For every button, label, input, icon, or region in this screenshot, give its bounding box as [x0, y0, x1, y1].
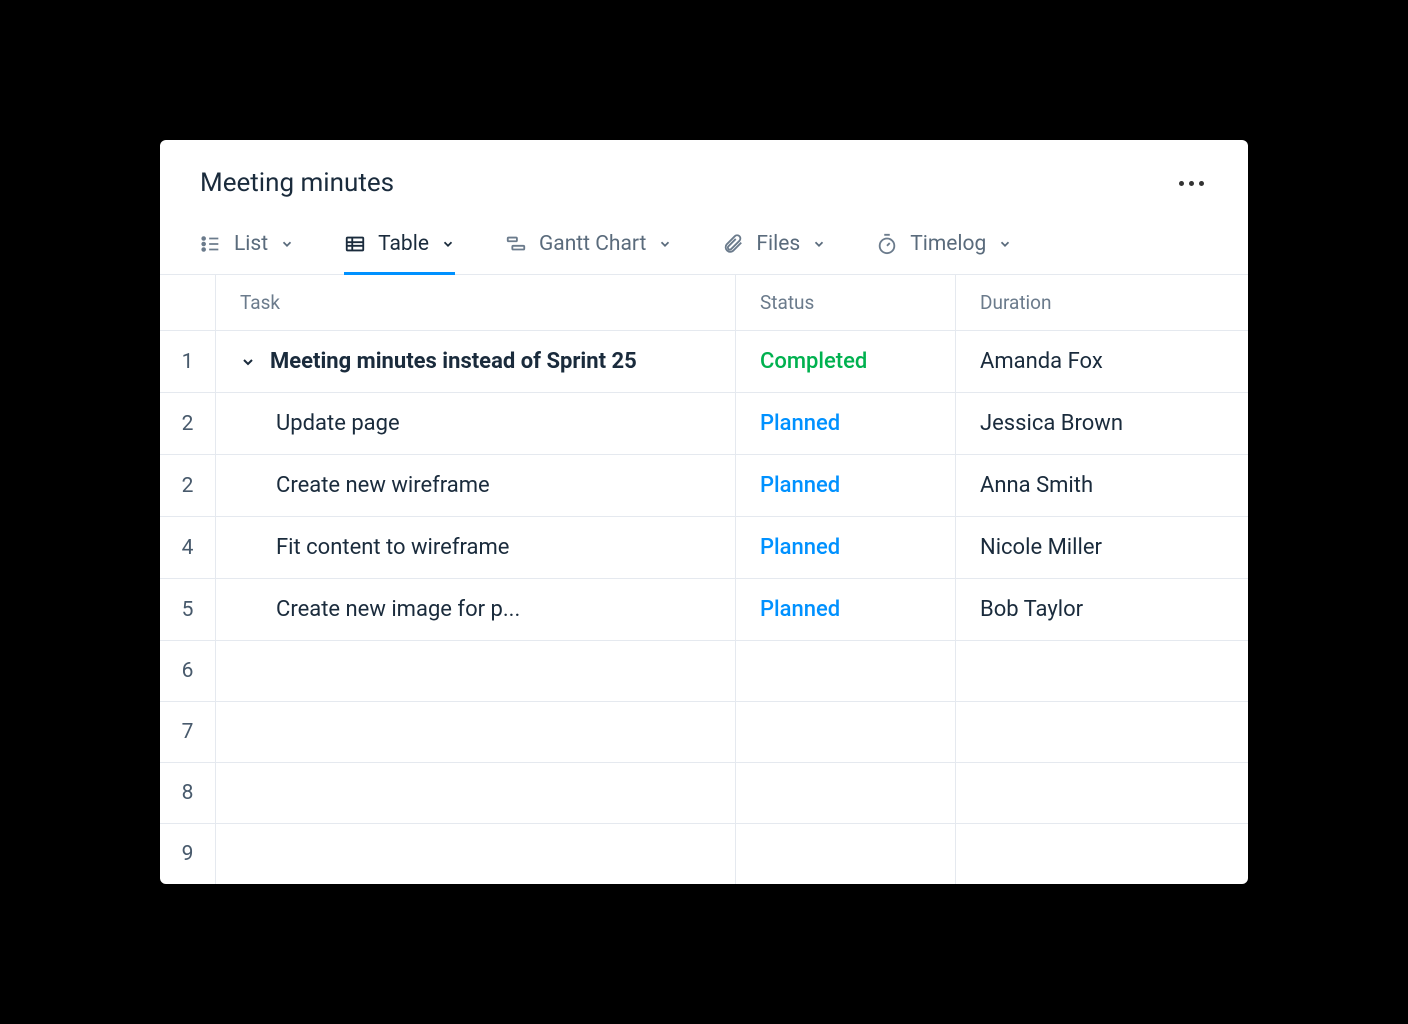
table-header-row: Task Status Duration — [160, 275, 1248, 331]
table-row[interactable]: 9 — [160, 824, 1248, 884]
status-cell[interactable] — [736, 763, 956, 823]
assignee-cell[interactable] — [956, 824, 1248, 884]
assignee-cell[interactable] — [956, 641, 1248, 701]
task-cell[interactable]: Create new image for p... — [216, 579, 736, 640]
status-cell[interactable]: Planned — [736, 579, 956, 640]
task-name: Fit content to wireframe — [276, 535, 509, 560]
timer-icon — [876, 233, 898, 255]
chevron-down-icon — [441, 237, 455, 251]
table-row[interactable]: 1 Meeting minutes instead of Sprint 25 C… — [160, 331, 1248, 393]
chevron-down-icon — [658, 237, 672, 251]
assignee-cell[interactable] — [956, 702, 1248, 762]
dot-icon — [1199, 181, 1204, 186]
expand-toggle[interactable]: Meeting minutes instead of Sprint 25 — [240, 349, 637, 374]
page-title: Meeting minutes — [200, 168, 394, 198]
row-number: 7 — [160, 702, 216, 762]
chevron-down-icon — [240, 354, 256, 370]
row-number: 5 — [160, 579, 216, 640]
task-cell[interactable] — [216, 702, 736, 762]
col-header-duration[interactable]: Duration — [956, 275, 1248, 330]
table-row[interactable]: 5 Create new image for p... Planned Bob … — [160, 579, 1248, 641]
status-cell[interactable] — [736, 824, 956, 884]
chevron-down-icon — [280, 237, 294, 251]
row-number: 4 — [160, 517, 216, 578]
col-header-num — [160, 275, 216, 330]
attachment-icon — [722, 233, 744, 255]
tab-label: Timelog — [910, 232, 986, 256]
tab-list[interactable]: List — [200, 218, 294, 274]
table-row[interactable]: 2 Update page Planned Jessica Brown — [160, 393, 1248, 455]
task-cell[interactable] — [216, 641, 736, 701]
tab-label: Files — [756, 232, 800, 256]
assignee-cell[interactable]: Bob Taylor — [956, 579, 1248, 640]
assignee-cell[interactable]: Nicole Miller — [956, 517, 1248, 578]
task-name: Create new image for p... — [276, 597, 520, 622]
task-cell[interactable] — [216, 763, 736, 823]
dot-icon — [1189, 181, 1194, 186]
task-cell[interactable]: Fit content to wireframe — [216, 517, 736, 578]
tab-label: Table — [378, 232, 429, 256]
status-cell[interactable]: Planned — [736, 517, 956, 578]
view-tabs: List Table — [160, 218, 1248, 275]
task-name: Create new wireframe — [276, 473, 490, 498]
more-options-button[interactable] — [1175, 177, 1208, 190]
task-name: Meeting minutes instead of Sprint 25 — [270, 349, 637, 374]
task-table: Task Status Duration 1 Meeting minutes i… — [160, 275, 1248, 884]
table-row[interactable]: 2 Create new wireframe Planned Anna Smit… — [160, 455, 1248, 517]
card-header: Meeting minutes — [160, 140, 1248, 218]
tab-files[interactable]: Files — [722, 218, 826, 274]
status-cell[interactable] — [736, 702, 956, 762]
table-row[interactable]: 4 Fit content to wireframe Planned Nicol… — [160, 517, 1248, 579]
gantt-icon — [505, 233, 527, 255]
row-number: 6 — [160, 641, 216, 701]
table-row[interactable]: 6 — [160, 641, 1248, 702]
col-header-status[interactable]: Status — [736, 275, 956, 330]
tab-label: List — [234, 232, 268, 256]
row-number: 2 — [160, 455, 216, 516]
assignee-cell[interactable] — [956, 763, 1248, 823]
status-cell[interactable]: Completed — [736, 331, 956, 392]
status-cell[interactable] — [736, 641, 956, 701]
chevron-down-icon — [998, 237, 1012, 251]
row-number: 2 — [160, 393, 216, 454]
chevron-down-icon — [812, 237, 826, 251]
dot-icon — [1179, 181, 1184, 186]
assignee-cell[interactable]: Anna Smith — [956, 455, 1248, 516]
task-cell[interactable]: Meeting minutes instead of Sprint 25 — [216, 331, 736, 392]
status-cell[interactable]: Planned — [736, 455, 956, 516]
assignee-cell[interactable]: Jessica Brown — [956, 393, 1248, 454]
row-number: 9 — [160, 824, 216, 884]
status-cell[interactable]: Planned — [736, 393, 956, 454]
tab-gantt[interactable]: Gantt Chart — [505, 218, 672, 274]
list-icon — [200, 233, 222, 255]
table-icon — [344, 233, 366, 255]
task-cell[interactable] — [216, 824, 736, 884]
table-row[interactable]: 8 — [160, 763, 1248, 824]
task-cell[interactable]: Update page — [216, 393, 736, 454]
tab-timelog[interactable]: Timelog — [876, 218, 1012, 274]
assignee-cell[interactable]: Amanda Fox — [956, 331, 1248, 392]
tab-label: Gantt Chart — [539, 232, 646, 256]
task-card: Meeting minutes List — [160, 140, 1248, 884]
task-name: Update page — [276, 411, 400, 436]
tab-table[interactable]: Table — [344, 218, 455, 274]
row-number: 1 — [160, 331, 216, 392]
row-number: 8 — [160, 763, 216, 823]
col-header-task[interactable]: Task — [216, 275, 736, 330]
table-row[interactable]: 7 — [160, 702, 1248, 763]
task-cell[interactable]: Create new wireframe — [216, 455, 736, 516]
